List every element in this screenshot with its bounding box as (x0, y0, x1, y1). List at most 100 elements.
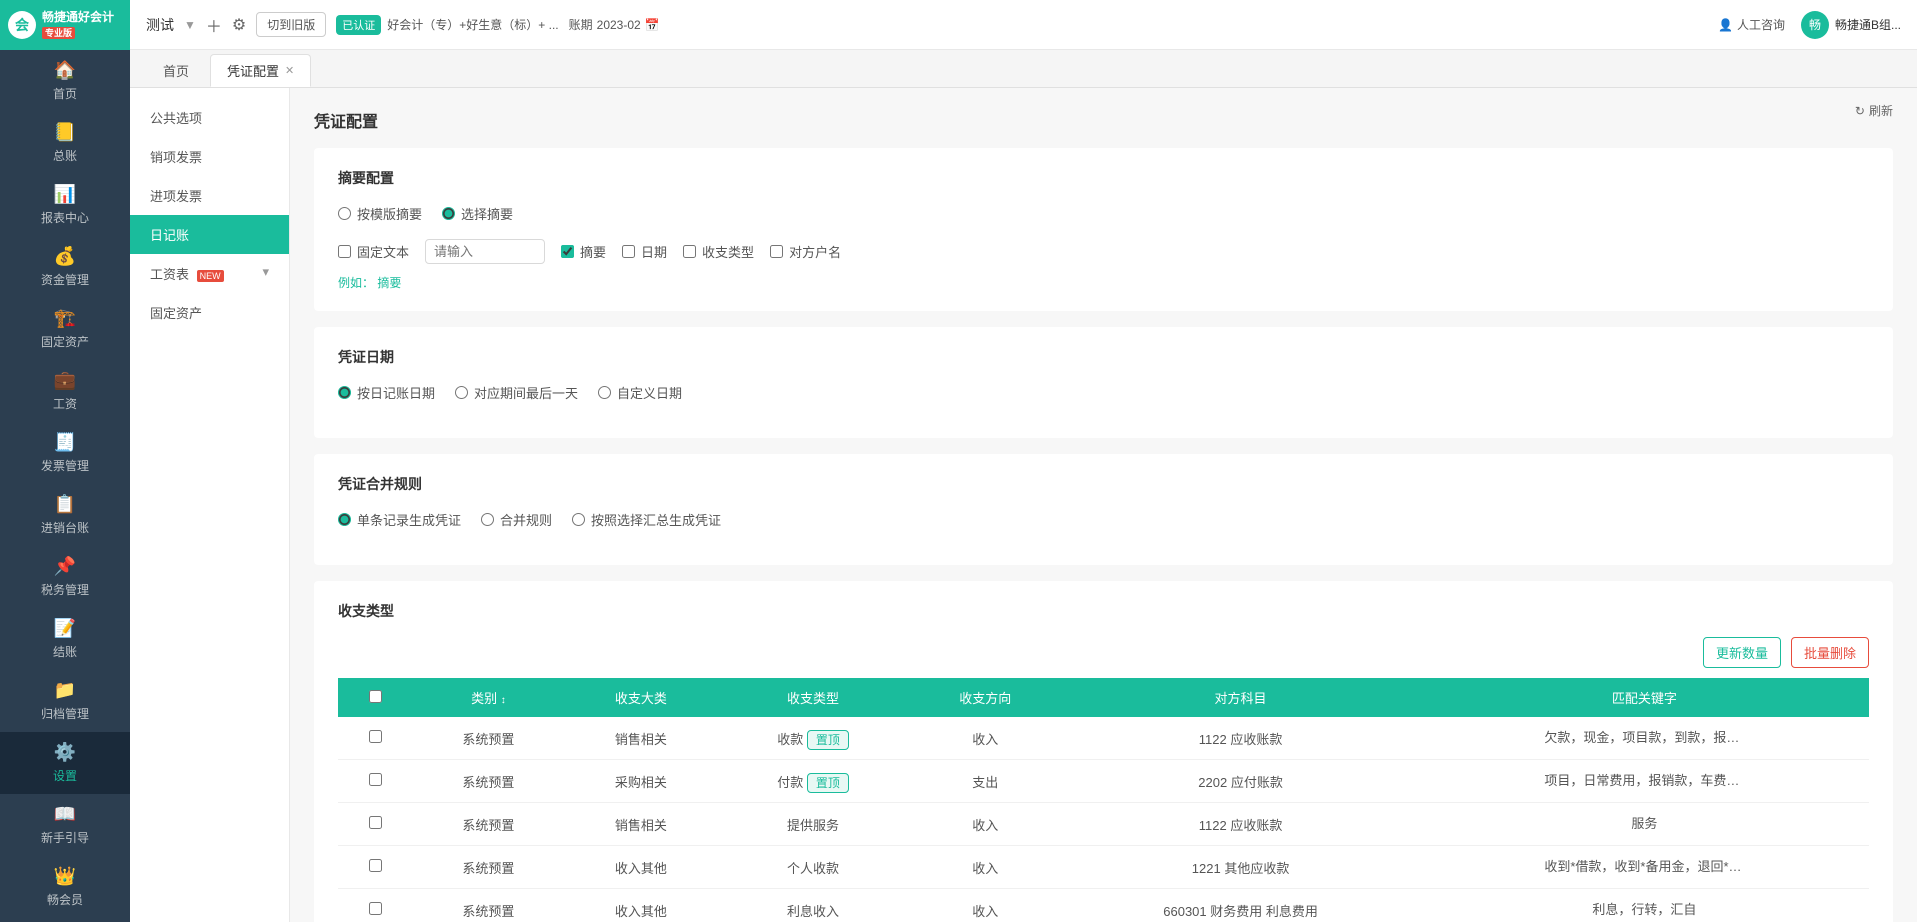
merge-title: 凭证合并规则 (338, 474, 1869, 494)
row-keywords: 欠款，现金，项目款，到款，报销款，汇入，... (1420, 717, 1869, 760)
left-nav-fixed-assets[interactable]: 固定资产 (130, 293, 289, 332)
tab-voucher-config[interactable]: 凭证配置 ✕ (210, 54, 311, 87)
income-expense-section: 收支类型 更新数量 批量删除 类别 ↕ (314, 581, 1893, 922)
radio-single-label: 单条记录生成凭证 (357, 510, 461, 529)
left-nav-public[interactable]: 公共选项 (130, 98, 289, 137)
sidebar-item-close[interactable]: 📝 结账 (0, 608, 130, 670)
batch-delete-button[interactable]: 批量删除 (1791, 637, 1869, 668)
sidebar-item-reports[interactable]: 📊 报表中心 (0, 174, 130, 236)
refresh-button[interactable]: ↻ 刷新 (1855, 102, 1893, 119)
row-category: 系统预置 (412, 846, 564, 889)
sidebar-item-assets[interactable]: 🏗️ 固定资产 (0, 298, 130, 360)
col-category: 类别 ↕ (412, 678, 564, 717)
page-title: 凭证配置 (314, 108, 1893, 132)
sidebar-item-ledger[interactable]: 📒 总账 (0, 112, 130, 174)
reports-icon: 📊 (54, 184, 76, 205)
tab-close-icon[interactable]: ✕ (285, 64, 294, 77)
row-checkbox[interactable] (369, 730, 382, 743)
radio-single[interactable]: 单条记录生成凭证 (338, 510, 461, 529)
checkbox-date[interactable]: 日期 (622, 242, 667, 261)
settings-icon: ⚙️ (54, 742, 76, 763)
row-keywords: 服务 (1420, 803, 1869, 846)
radio-last-day-input[interactable] (455, 386, 468, 399)
radio-summary-label: 按照选择汇总生成凭证 (591, 510, 721, 529)
row-major: 收入其他 (565, 846, 717, 889)
left-nav-journal[interactable]: 日记账 (130, 215, 289, 254)
sidebar-item-label: 固定资产 (41, 333, 89, 350)
row-checkbox[interactable] (369, 859, 382, 872)
sidebar-item-member[interactable]: 👑 畅会员 (0, 856, 130, 918)
update-count-button[interactable]: 更新数量 (1703, 637, 1781, 668)
left-nav-sales-invoice[interactable]: 销项发票 (130, 137, 289, 176)
radio-merge[interactable]: 合并规则 (481, 510, 552, 529)
radio-journal-date[interactable]: 按日记账日期 (338, 383, 435, 402)
user-area[interactable]: 畅 畅捷通B组... (1801, 11, 1901, 39)
row-checkbox-cell[interactable] (338, 760, 412, 803)
sidebar-item-home[interactable]: 🏠 首页 (0, 50, 130, 112)
sidebar-item-settings[interactable]: ⚙️ 设置 (0, 732, 130, 794)
date-checkbox-label: 日期 (641, 242, 667, 261)
income-expense-title: 收支类型 (338, 601, 1869, 621)
tax-icon: 📌 (54, 556, 76, 577)
topbar-gear-icon[interactable]: ⚙ (232, 15, 246, 35)
type-checkbox[interactable] (683, 245, 696, 258)
logo-icon: 会 (8, 11, 36, 39)
service-button[interactable]: 👤 人工咨询 (1718, 16, 1785, 33)
sidebar-item-invoice[interactable]: 🧾 发票管理 (0, 422, 130, 484)
radio-custom-date[interactable]: 自定义日期 (598, 383, 682, 402)
date-checkbox[interactable] (622, 245, 635, 258)
sidebar-item-trade[interactable]: 📋 进销台账 (0, 484, 130, 546)
fixed-text-checkbox[interactable] (338, 245, 351, 258)
radio-select-input[interactable] (442, 207, 455, 220)
row-checkbox-cell[interactable] (338, 889, 412, 922)
radio-merge-input[interactable] (481, 513, 494, 526)
radio-template[interactable]: 按模版摘要 (338, 204, 422, 223)
topbar-add-icon[interactable]: ＋ (206, 13, 222, 37)
sidebar-item-tax[interactable]: 📌 税务管理 (0, 546, 130, 608)
app-logo: 会 畅捷通好会计 专业版 (0, 0, 130, 50)
radio-last-day[interactable]: 对应期间最后一天 (455, 383, 578, 402)
sidebar-item-guide[interactable]: 📖 新手引导 (0, 794, 130, 856)
sidebar-item-salary[interactable]: 💼 工资 (0, 360, 130, 422)
col-checkbox[interactable] (338, 678, 412, 717)
calendar-icon[interactable]: 📅 (645, 18, 660, 32)
switch-version-button[interactable]: 切到旧版 (256, 12, 326, 37)
tab-home[interactable]: 首页 (146, 54, 206, 87)
left-nav-public-label: 公共选项 (150, 111, 202, 126)
row-checkbox[interactable] (369, 902, 382, 915)
radio-summary[interactable]: 按照选择汇总生成凭证 (572, 510, 721, 529)
sidebar-item-label: 新手引导 (41, 829, 89, 846)
select-all-checkbox[interactable] (369, 690, 382, 703)
radio-journal-date-input[interactable] (338, 386, 351, 399)
checkbox-summary[interactable]: 摘要 (561, 242, 606, 261)
left-nav-purchase-invoice[interactable]: 进项发票 (130, 176, 289, 215)
left-nav-payroll[interactable]: 工资表 NEW ▾ (130, 254, 289, 293)
radio-select[interactable]: 选择摘要 (442, 204, 513, 223)
radio-custom-date-label: 自定义日期 (617, 383, 682, 402)
type-tag[interactable]: 置顶 (807, 773, 849, 793)
summary-checkbox[interactable] (561, 245, 574, 258)
row-checkbox-cell[interactable] (338, 717, 412, 760)
radio-custom-date-input[interactable] (598, 386, 611, 399)
sidebar-item-funds[interactable]: 💰 资金管理 (0, 236, 130, 298)
checkbox-counterparty[interactable]: 对方户名 (770, 242, 841, 261)
type-checkbox-label: 收支类型 (702, 242, 754, 261)
counterparty-checkbox[interactable] (770, 245, 783, 258)
radio-single-input[interactable] (338, 513, 351, 526)
radio-summary-input[interactable] (572, 513, 585, 526)
sidebar-item-archive[interactable]: 📁 归档管理 (0, 670, 130, 732)
topbar-dropdown-icon[interactable]: ▼ (184, 18, 196, 32)
type-tag[interactable]: 置顶 (807, 730, 849, 750)
checkbox-fixed-text[interactable]: 固定文本 (338, 242, 409, 261)
row-checkbox[interactable] (369, 773, 382, 786)
sort-icon[interactable]: ↕ (501, 695, 506, 706)
row-checkbox-cell[interactable] (338, 803, 412, 846)
table-row: 系统预置 收入其他 个人收款 收入 1221 其他应收款 收到*借款，收到*备用… (338, 846, 1869, 889)
row-checkbox[interactable] (369, 816, 382, 829)
service-icon: 👤 (1718, 18, 1733, 32)
radio-template-input[interactable] (338, 207, 351, 220)
checkbox-type[interactable]: 收支类型 (683, 242, 754, 261)
fixed-text-input[interactable] (425, 239, 545, 264)
merge-section: 凭证合并规则 单条记录生成凭证 合并规则 按照选择汇总生成凭证 (314, 454, 1893, 565)
row-checkbox-cell[interactable] (338, 846, 412, 889)
